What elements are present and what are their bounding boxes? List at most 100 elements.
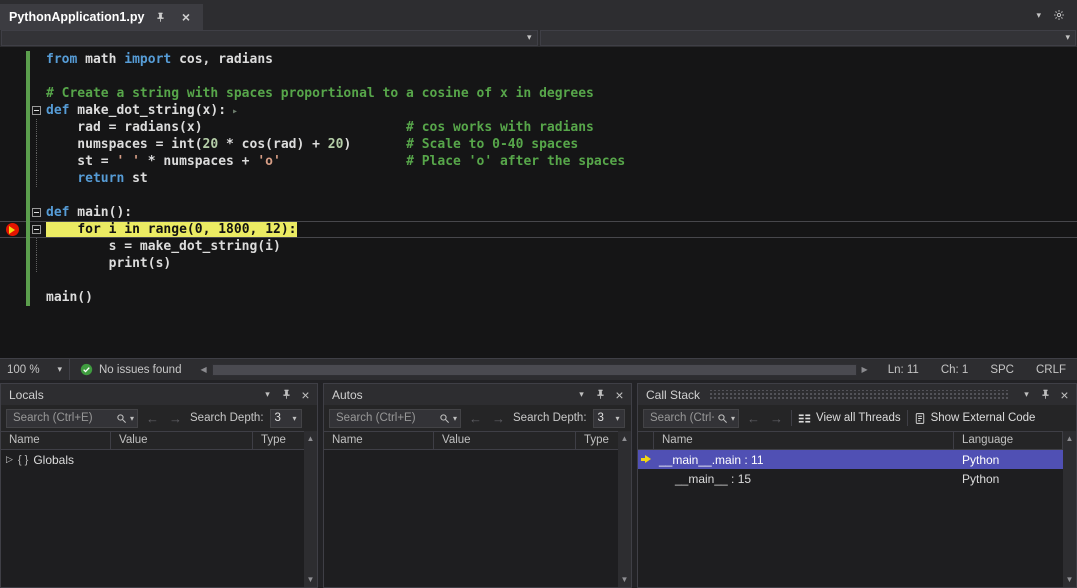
column-header-value[interactable]: Value [434, 432, 576, 449]
fold-toggle-icon[interactable] [32, 225, 41, 234]
close-icon[interactable]: × [297, 386, 314, 403]
scroll-left-icon[interactable]: ◀ [197, 365, 209, 374]
line-ending-toggle[interactable]: CRLF [1025, 364, 1077, 376]
column-header-language[interactable]: Language [954, 432, 1063, 449]
fold-margin[interactable] [30, 51, 46, 68]
code-line[interactable]: from math import cos, radians [0, 51, 1077, 68]
scroll-up-icon[interactable]: ▲ [307, 434, 315, 443]
search-dropdown-icon[interactable]: ▾ [453, 414, 457, 423]
code-line[interactable]: # Create a string with spaces proportion… [0, 85, 1077, 102]
code-line[interactable]: print(s) [0, 255, 1077, 272]
column-header-name[interactable]: Name [654, 432, 954, 449]
search-input[interactable]: Search (Ctrl+E) ▾ [329, 409, 461, 428]
navbar-types-dropdown[interactable]: ▾ [1, 30, 538, 46]
code-line[interactable]: s = make_dot_string(i) [0, 238, 1077, 255]
scroll-down-icon[interactable]: ▼ [1066, 575, 1074, 584]
window-position-icon[interactable]: ▾ [1018, 386, 1035, 403]
search-dropdown-icon[interactable]: ▾ [130, 414, 134, 423]
column-header-type[interactable]: Type [253, 432, 304, 449]
autos-titlebar[interactable]: Autos ▾ × [324, 384, 631, 405]
close-icon[interactable]: × [177, 9, 194, 26]
code-line[interactable] [0, 68, 1077, 85]
breakpoint-margin[interactable] [0, 255, 26, 272]
search-next-icon[interactable]: → [167, 411, 184, 426]
scroll-down-icon[interactable]: ▼ [621, 575, 629, 584]
breakpoint-margin[interactable] [0, 170, 26, 187]
fold-toggle-icon[interactable] [32, 208, 41, 217]
search-prev-icon[interactable]: ← [467, 411, 484, 426]
fold-margin[interactable] [30, 119, 46, 136]
fold-margin[interactable] [30, 102, 46, 119]
breakpoint-margin[interactable] [0, 238, 26, 255]
fold-margin[interactable] [30, 204, 46, 221]
breakpoint-margin[interactable] [0, 51, 26, 68]
breakpoint-margin[interactable] [0, 119, 26, 136]
column-header-name[interactable]: Name [1, 432, 111, 449]
scrollbar-track[interactable] [212, 364, 857, 376]
pin-icon[interactable] [278, 386, 295, 403]
window-position-icon[interactable]: ▾ [259, 386, 276, 403]
code-line[interactable]: return st [0, 170, 1077, 187]
fold-margin[interactable] [30, 238, 46, 255]
fold-margin[interactable] [30, 136, 46, 153]
pin-icon[interactable] [1037, 386, 1054, 403]
pin-icon[interactable] [152, 9, 169, 26]
fold-margin[interactable] [30, 255, 46, 272]
fold-margin[interactable] [30, 68, 46, 85]
scroll-right-icon[interactable]: ▶ [859, 365, 871, 374]
search-next-icon[interactable]: → [768, 411, 785, 426]
breakpoint-current-icon[interactable] [6, 223, 19, 236]
search-depth-select[interactable]: 3 ▾ [270, 409, 302, 428]
breakpoint-margin[interactable] [0, 289, 26, 306]
search-depth-select[interactable]: 3 ▾ [593, 409, 625, 428]
vertical-scrollbar[interactable]: ▲ ▼ [304, 431, 317, 587]
search-icon[interactable] [717, 413, 728, 424]
search-dropdown-icon[interactable]: ▾ [731, 414, 735, 423]
code-line[interactable]: def make_dot_string(x): ▸ [0, 102, 1077, 119]
fold-margin[interactable] [30, 289, 46, 306]
issues-indicator[interactable]: No issues found [70, 363, 191, 376]
callstack-titlebar[interactable]: Call Stack ▾ × [638, 384, 1076, 405]
callstack-frame-row[interactable]: __main__ : 15Python [638, 469, 1063, 488]
column-header-type[interactable]: Type [576, 432, 618, 449]
code-line[interactable]: for i in range(0, 1800, 12): [0, 221, 1077, 238]
code-line[interactable]: numspaces = int(20 * cos(rad) + 20) # Sc… [0, 136, 1077, 153]
window-position-icon[interactable]: ▾ [573, 386, 590, 403]
fold-margin[interactable] [30, 272, 46, 289]
scroll-up-icon[interactable]: ▲ [621, 434, 629, 443]
locals-titlebar[interactable]: Locals ▾ × [1, 384, 317, 405]
vertical-scrollbar[interactable]: ▲ ▼ [1063, 431, 1076, 587]
column-header-value[interactable]: Value [111, 432, 253, 449]
callstack-frame-row[interactable]: __main__.main : 11Python [638, 450, 1063, 469]
settings-gear-icon[interactable] [1053, 9, 1065, 21]
breakpoint-margin[interactable] [0, 85, 26, 102]
titlebar-grip[interactable] [709, 390, 1009, 399]
fold-margin[interactable] [30, 85, 46, 102]
breakpoint-margin[interactable] [0, 187, 26, 204]
view-all-threads-button[interactable]: View all Threads [798, 412, 901, 425]
horizontal-scrollbar[interactable]: ◀ ▶ [197, 359, 870, 380]
space-mode-toggle[interactable]: SPC [979, 364, 1025, 376]
search-icon[interactable] [116, 413, 127, 424]
search-next-icon[interactable]: → [490, 411, 507, 426]
fold-margin[interactable] [30, 170, 46, 187]
navbar-members-dropdown[interactable]: ▾ [540, 30, 1077, 46]
fold-margin[interactable] [30, 221, 46, 238]
scroll-up-icon[interactable]: ▲ [1066, 434, 1074, 443]
breakpoint-margin[interactable] [0, 272, 26, 289]
close-icon[interactable]: × [1056, 386, 1073, 403]
zoom-control[interactable]: 100 % ▾ [0, 359, 70, 380]
search-icon[interactable] [439, 413, 450, 424]
code-line[interactable] [0, 187, 1077, 204]
scrollbar-thumb[interactable] [213, 365, 856, 375]
breakpoint-margin[interactable] [0, 68, 26, 85]
fold-margin[interactable] [30, 187, 46, 204]
fold-margin[interactable] [30, 153, 46, 170]
code-line[interactable]: def main(): [0, 204, 1077, 221]
code-editor[interactable]: from math import cos, radians # Create a … [0, 47, 1077, 358]
search-input[interactable]: Search (Ctrl+E) ▾ [6, 409, 138, 428]
breakpoint-margin[interactable] [0, 204, 26, 221]
show-external-code-button[interactable]: Show External Code [914, 412, 1036, 425]
breakpoint-margin[interactable] [0, 136, 26, 153]
close-icon[interactable]: × [611, 386, 628, 403]
